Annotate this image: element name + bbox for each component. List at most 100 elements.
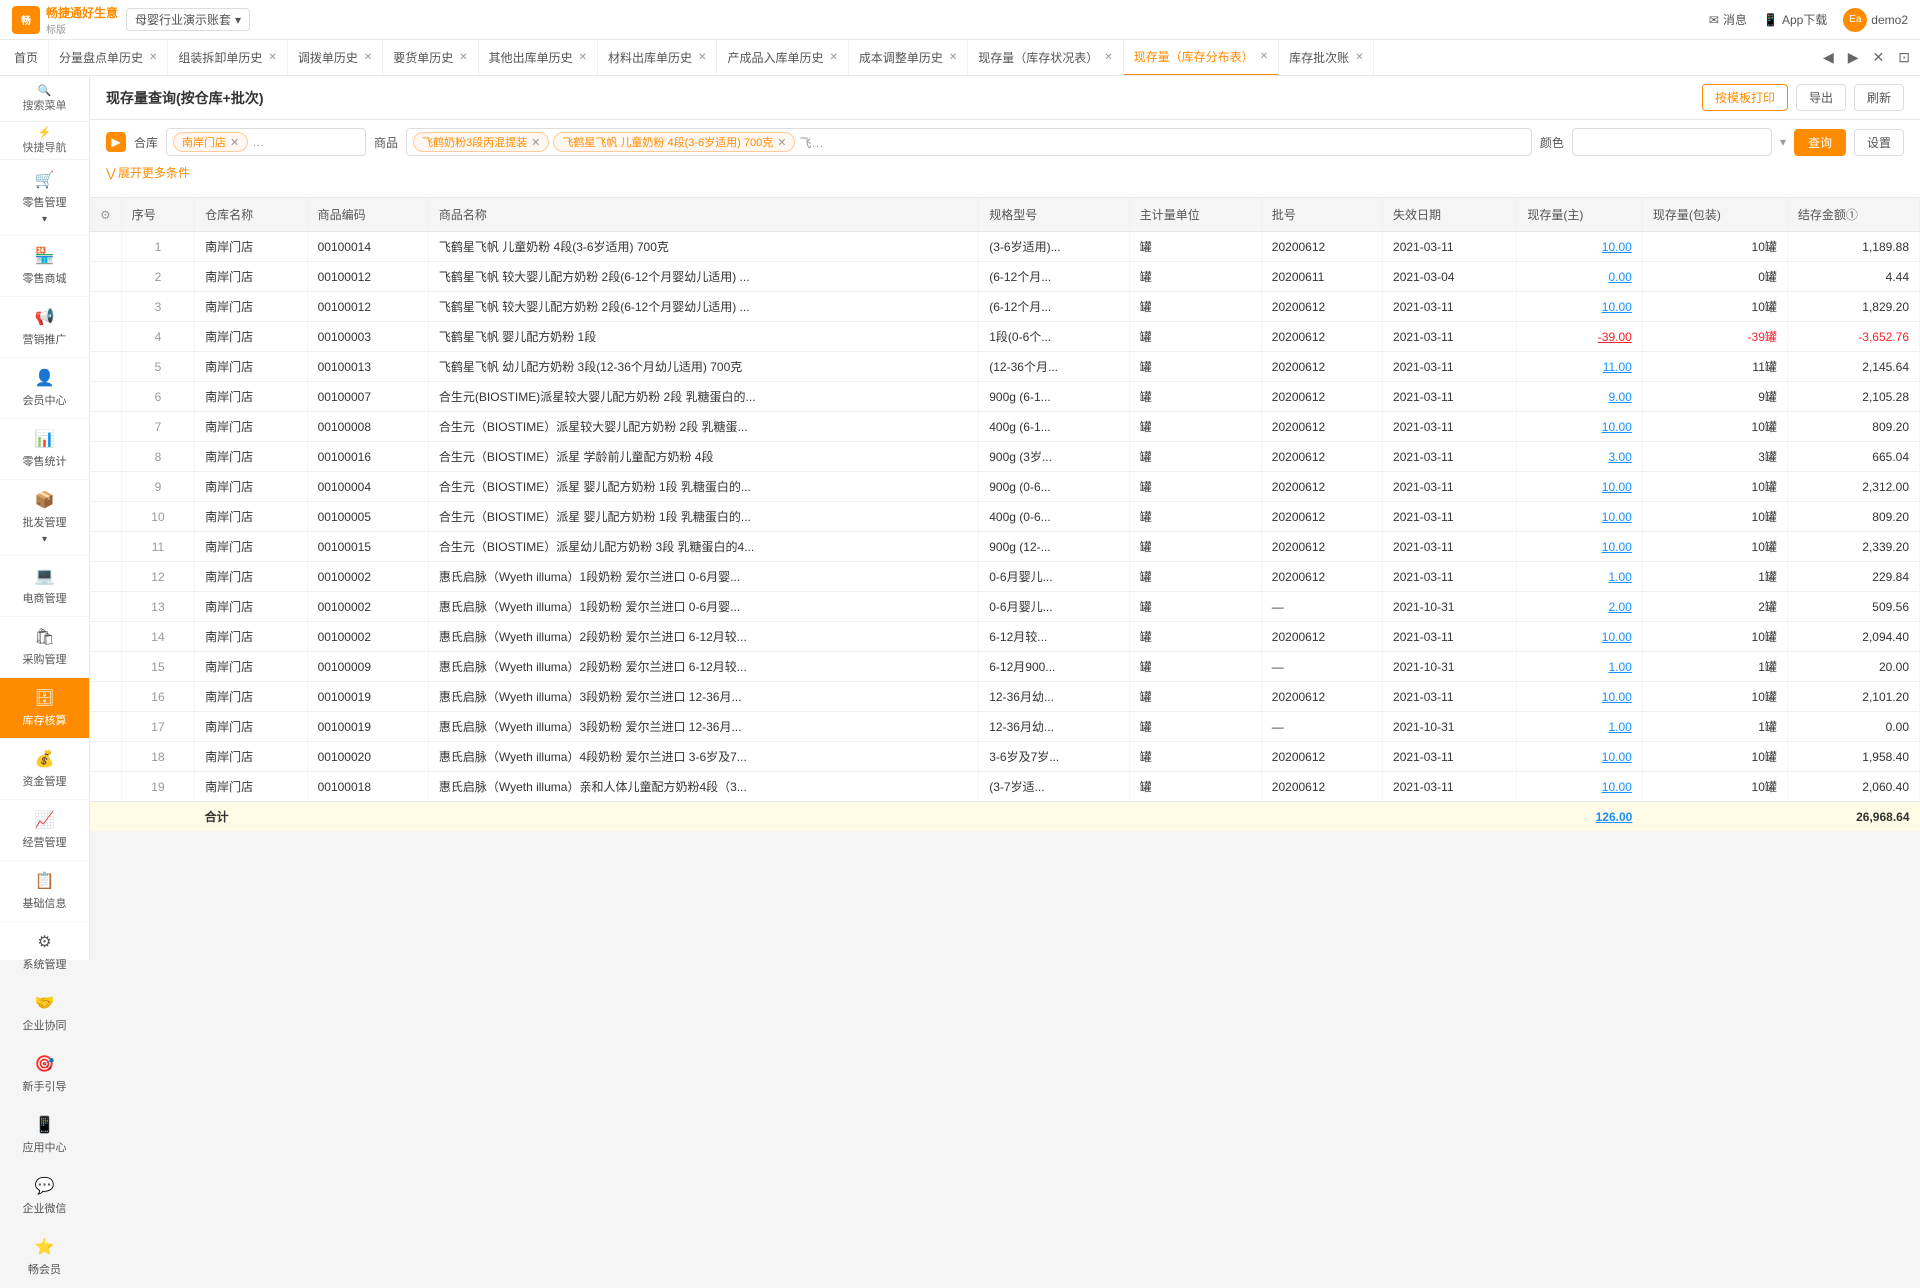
row-stock-main[interactable]: 10.00 xyxy=(1517,682,1643,712)
tab-disassemble[interactable]: 组装拆卸单历史 ✕ xyxy=(168,40,287,76)
tab-close-icon[interactable]: ✕ xyxy=(149,52,157,63)
tab-close-icon[interactable]: ✕ xyxy=(268,52,276,63)
tab-close-icon[interactable]: ✕ xyxy=(1260,51,1268,62)
warehouse-tag: 南岸门店 ✕ xyxy=(173,132,248,152)
row-stock-main[interactable]: -39.00 xyxy=(1517,322,1643,352)
sidebar-item-member[interactable]: 👤 会员中心 xyxy=(0,358,89,419)
row-stock-main[interactable]: 10.00 xyxy=(1517,412,1643,442)
tab-close-icon[interactable]: ✕ xyxy=(949,52,957,63)
tab-close-icon[interactable]: ✕ xyxy=(579,52,587,63)
row-stock-main[interactable]: 1.00 xyxy=(1517,712,1643,742)
sidebar-item-new-guide[interactable]: 🎯 新手引导 xyxy=(0,1044,89,1105)
tab-close-icon[interactable]: ✕ xyxy=(829,52,837,63)
tab-prev-btn[interactable]: ◀ xyxy=(1817,45,1840,70)
product-more-dots[interactable]: 飞… xyxy=(799,134,823,151)
row-stock-main[interactable]: 10.00 xyxy=(1517,232,1643,262)
export-btn[interactable]: 导出 xyxy=(1796,84,1846,111)
tag-close-icon[interactable]: ✕ xyxy=(230,136,239,149)
row-stock-main[interactable]: 10.00 xyxy=(1517,472,1643,502)
row-stock-main[interactable]: 10.00 xyxy=(1517,772,1643,802)
tab-fullscreen-btn[interactable]: ⊡ xyxy=(1892,45,1916,70)
table-row: 3 南岸门店 00100012 飞鹤星飞帆 较大婴儿配方奶粉 2段(6-12个月… xyxy=(90,292,1920,322)
sidebar-item-operation[interactable]: 📈 经营管理 xyxy=(0,800,89,861)
tag-close-icon[interactable]: ✕ xyxy=(531,136,540,149)
sidebar-item-retail[interactable]: 🛒 零售管理 ▾ xyxy=(0,160,89,236)
tab-home[interactable]: 首页 xyxy=(4,40,49,76)
expand-more-conditions-btn[interactable]: ⋁ 展开更多条件 xyxy=(106,164,1904,181)
th-balance: 结存金额① xyxy=(1787,198,1919,232)
sidebar-item-enterprise-micro[interactable]: 💬 企业微信 xyxy=(0,1166,89,1227)
sidebar-item-ecommerce[interactable]: 💻 电商管理 xyxy=(0,556,89,617)
tab-other-out[interactable]: 其他出库单历史 ✕ xyxy=(479,40,598,76)
row-no: 5 xyxy=(121,352,194,382)
sidebar-item-basic[interactable]: 📋 基础信息 xyxy=(0,861,89,922)
sidebar-item-retail-stat[interactable]: 📊 零售统计 xyxy=(0,419,89,480)
row-stock-main[interactable]: 10.00 xyxy=(1517,742,1643,772)
app-download-btn[interactable]: 📱 App下载 xyxy=(1763,11,1827,28)
tab-close-icon[interactable]: ✕ xyxy=(1104,52,1112,63)
sidebar-item-marketing[interactable]: 📢 营销推广 xyxy=(0,297,89,358)
warehouse-filter-area[interactable]: 南岸门店 ✕ … xyxy=(166,128,366,156)
tab-cost-adj[interactable]: 成本调整单历史 ✕ xyxy=(849,40,968,76)
sidebar-quick-nav[interactable]: ⚡ 快捷导航 xyxy=(0,122,89,160)
tab-requisition[interactable]: 要货单历史 ✕ xyxy=(383,40,478,76)
sidebar-item-wholesale[interactable]: 📦 批发管理 ▾ xyxy=(0,480,89,556)
sidebar-item-inventory[interactable]: 🗄 库存核算 xyxy=(0,678,89,739)
row-stock-main[interactable]: 3.00 xyxy=(1517,442,1643,472)
sidebar-item-finance[interactable]: 💰 资金管理 xyxy=(0,739,89,800)
row-stock-main[interactable]: 10.00 xyxy=(1517,292,1643,322)
color-filter-dropdown-icon[interactable]: ▾ xyxy=(1780,135,1786,149)
message-btn[interactable]: ✉ 消息 xyxy=(1709,11,1747,28)
avatar-initials: Ea xyxy=(1849,14,1861,25)
tab-split[interactable]: 分量盘点单历史 ✕ xyxy=(49,40,168,76)
user-area[interactable]: Ea demo2 xyxy=(1843,8,1908,32)
row-stock-main[interactable]: 10.00 xyxy=(1517,532,1643,562)
tab-inventory-dist[interactable]: 现存量（库存分布表） ✕ xyxy=(1124,40,1279,76)
settings-btn[interactable]: 设置 xyxy=(1854,129,1904,156)
query-btn[interactable]: 查询 xyxy=(1794,129,1846,156)
sidebar-search[interactable]: 🔍 搜索菜单 xyxy=(0,76,89,122)
sidebar-item-vip[interactable]: ⭐ 畅会员 xyxy=(0,1227,89,1288)
table-row: 6 南岸门店 00100007 合生元(BIOSTIME)派星较大婴儿配方奶粉 … xyxy=(90,382,1920,412)
tab-next-btn[interactable]: ▶ xyxy=(1842,45,1865,70)
sidebar-item-app-center[interactable]: 📱 应用中心 xyxy=(0,1105,89,1166)
row-stock-main[interactable]: 10.00 xyxy=(1517,502,1643,532)
tab-close-icon[interactable]: ✕ xyxy=(1355,52,1363,63)
tab-material-out[interactable]: 材料出库单历史 ✕ xyxy=(598,40,717,76)
refresh-btn[interactable]: 刷新 xyxy=(1854,84,1904,111)
tab-batch-account[interactable]: 库存批次账 ✕ xyxy=(1279,40,1374,76)
page-title: 现存量查询(按仓库+批次) xyxy=(106,88,264,108)
row-settings xyxy=(90,232,121,262)
row-stock-main[interactable]: 1.00 xyxy=(1517,562,1643,592)
row-stock-main[interactable]: 0.00 xyxy=(1517,262,1643,292)
filter-expand-arrow[interactable]: ▶ xyxy=(106,132,126,152)
sidebar-item-purchase[interactable]: 🛍 采购管理 xyxy=(0,617,89,678)
sidebar-item-system[interactable]: ⚙ 系统管理 xyxy=(0,922,89,983)
tab-close-all-btn[interactable]: ✕ xyxy=(1867,45,1891,70)
row-stock-main[interactable]: 11.00 xyxy=(1517,352,1643,382)
tab-inventory-status[interactable]: 现存量（库存状况表） ✕ xyxy=(968,40,1123,76)
row-stock-main[interactable]: 9.00 xyxy=(1517,382,1643,412)
sidebar-item-enterprise[interactable]: 🤝 企业协同 xyxy=(0,983,89,1044)
tab-close-icon[interactable]: ✕ xyxy=(364,52,372,63)
tag-close-icon[interactable]: ✕ xyxy=(777,136,786,149)
sidebar-item-retail-store[interactable]: 🏪 零售商城 xyxy=(0,236,89,297)
row-settings xyxy=(90,502,121,532)
tenant-selector[interactable]: 母婴行业演示账套 ▾ xyxy=(126,8,250,31)
row-batch: 20200612 xyxy=(1261,232,1382,262)
row-warehouse: 南岸门店 xyxy=(195,532,307,562)
row-expire: 2021-10-31 xyxy=(1383,652,1517,682)
th-settings[interactable]: ⚙ xyxy=(90,198,121,232)
row-stock-main[interactable]: 2.00 xyxy=(1517,592,1643,622)
row-stock-main[interactable]: 1.00 xyxy=(1517,652,1643,682)
product-filter-area[interactable]: 飞鹤奶粉3段丙混提装 ✕ 飞鹤星飞帆 儿童奶粉 4段(3-6岁适用) 700克 … xyxy=(406,128,1532,156)
table-row: 18 南岸门店 00100020 惠氏启脉（Wyeth illuma）4段奶粉 … xyxy=(90,742,1920,772)
tab-close-icon[interactable]: ✕ xyxy=(459,52,467,63)
warehouse-more-dots[interactable]: … xyxy=(252,135,264,149)
template-print-btn[interactable]: 按模板打印 xyxy=(1702,84,1788,111)
tab-product-in[interactable]: 产成品入库单历史 ✕ xyxy=(717,40,848,76)
tab-close-icon[interactable]: ✕ xyxy=(698,52,706,63)
color-filter-area[interactable] xyxy=(1572,128,1772,156)
tab-transfer[interactable]: 调拨单历史 ✕ xyxy=(288,40,383,76)
row-stock-main[interactable]: 10.00 xyxy=(1517,622,1643,652)
